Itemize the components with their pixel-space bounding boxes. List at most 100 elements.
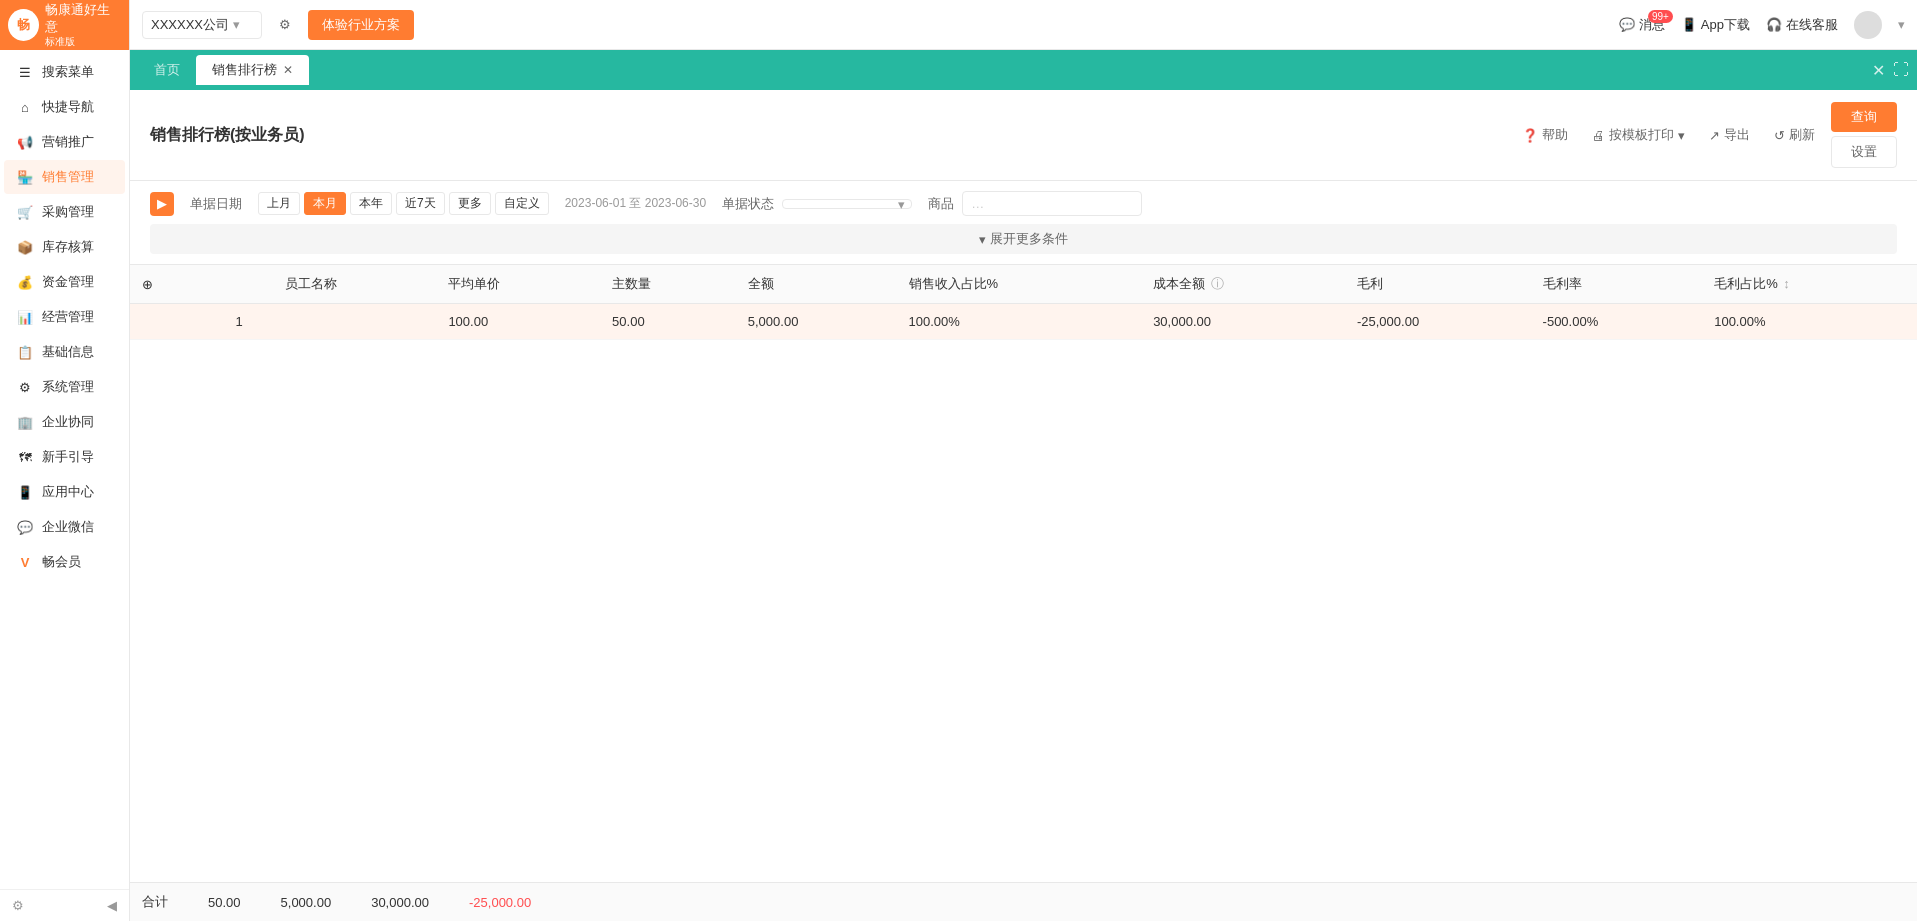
sidebar-item-inventory[interactable]: 📦 库存核算 (4, 230, 125, 264)
th-avg-price: 平均单价 (436, 265, 600, 304)
sidebar-item-basic[interactable]: 📋 基础信息 (4, 335, 125, 369)
filter-row-1: ▶ 单据日期 上月 本月 本年 近7天 更多 自定义 2023-06-01 至 … (150, 191, 1897, 216)
table-row: 1 100.00 50.00 5,000.00 100.00% 30,000.0… (130, 304, 1917, 340)
table-area: ⊕ 员工名称 平均单价 主数量 全额 销售收入占比% 成本全额 ⓘ 毛利 毛利率 (130, 265, 1917, 921)
goods-dots: … (971, 196, 984, 211)
row-gross-pct: 100.00% (1702, 304, 1917, 340)
chevron-down-icon: ▾ (233, 17, 240, 32)
content: 销售排行榜(按业务员) ❓ 帮助 🖨 按模板打印 ▾ ↗ 导出 ↺ 刷新 (130, 90, 1917, 921)
sidebar-settings-icon[interactable]: ⚙ (12, 898, 24, 913)
sidebar: 畅 畅康通好生意 标准版 ☰ 搜索菜单 ⌂ 快捷导航 📢 营销推广 🏪 销售管理… (0, 0, 130, 921)
sidebar-item-marketing[interactable]: 📢 营销推广 (4, 125, 125, 159)
settings-button[interactable]: 设置 (1831, 136, 1897, 168)
print-icon: 🖨 (1592, 128, 1605, 143)
date-prev-month-btn[interactable]: 上月 (258, 192, 300, 215)
marketing-icon: 📢 (16, 135, 34, 150)
export-btn[interactable]: ↗ 导出 (1701, 122, 1758, 148)
table-spacer (130, 340, 1917, 882)
window-close-icon[interactable]: ✕ (1872, 61, 1885, 80)
basic-icon: 📋 (16, 345, 34, 360)
row-gross: -25,000.00 (1345, 304, 1531, 340)
quick-nav-icon: ⌂ (16, 100, 34, 115)
template-print-btn[interactable]: 🖨 按模板打印 ▾ (1584, 122, 1693, 148)
sidebar-item-enterprise[interactable]: 🏢 企业协同 (4, 405, 125, 439)
sidebar-logo: 畅 畅康通好生意 标准版 (0, 0, 129, 50)
sidebar-collapse-icon[interactable]: ◀ (107, 898, 117, 913)
topbar: XXXXXX公司 ▾ ⚙ 体验行业方案 💬 消息 99+ 📱 App下载 🎧 在… (130, 0, 1917, 50)
cost-info-icon[interactable]: ⓘ (1211, 276, 1224, 291)
row-qty: 50.00 (600, 304, 736, 340)
window-maximize-icon[interactable]: ⛶ (1893, 61, 1909, 80)
page-title: 销售排行榜(按业务员) (150, 125, 305, 146)
help-btn[interactable]: ❓ 帮助 (1514, 122, 1576, 148)
sidebar-menu: ☰ 搜索菜单 ⌂ 快捷导航 📢 营销推广 🏪 销售管理 🛒 采购管理 📦 库存核… (0, 50, 129, 889)
headset-icon: 🎧 (1766, 17, 1782, 32)
status-filter: 单据状态 ▾ (722, 195, 912, 213)
query-button[interactable]: 查询 (1831, 102, 1897, 132)
footer-cost: 30,000.00 (371, 893, 429, 911)
sidebar-item-sales[interactable]: 🏪 销售管理 (4, 160, 125, 194)
page-actions: ❓ 帮助 🖨 按模板打印 ▾ ↗ 导出 ↺ 刷新 查询 (1514, 102, 1897, 168)
messages-btn[interactable]: 💬 消息 99+ (1619, 16, 1665, 34)
topbar-settings-icon[interactable]: ⚙ (270, 10, 300, 40)
sidebar-item-member[interactable]: V 畅会员 (4, 545, 125, 579)
footer-gross: -25,000.00 (469, 893, 531, 911)
app-download-btn[interactable]: 📱 App下载 (1681, 16, 1750, 34)
sidebar-item-search-order[interactable]: ☰ 搜索菜单 (4, 55, 125, 89)
tab-sales-ranking[interactable]: 销售排行榜 ✕ (196, 55, 309, 85)
wechat-icon: 💬 (16, 520, 34, 535)
row-sales-pct: 100.00% (897, 304, 1142, 340)
row-amount: 5,000.00 (736, 304, 897, 340)
date-this-month-btn[interactable]: 本月 (304, 192, 346, 215)
logo-text: 畅康通好生意 标准版 (45, 2, 121, 49)
purchase-icon: 🛒 (16, 205, 34, 220)
expand-more-btn[interactable]: ▾ 展开更多条件 (150, 224, 1897, 254)
print-dropdown-icon: ▾ (1678, 128, 1685, 143)
date-last7days-btn[interactable]: 近7天 (396, 192, 445, 215)
gross-pct-info-icon[interactable]: ↕ (1783, 276, 1790, 291)
date-filter-buttons: 上月 本月 本年 近7天 更多 自定义 (258, 192, 549, 215)
row-rank: 1 (205, 304, 272, 340)
table-footer: 合计 50.00 5,000.00 30,000.00 -25,000.00 (130, 882, 1917, 921)
member-icon: V (16, 555, 34, 570)
expand-more-icon: ▾ (979, 232, 986, 247)
th-gross: 毛利 (1345, 265, 1531, 304)
row-name (273, 304, 437, 340)
trial-btn[interactable]: 体验行业方案 (308, 10, 414, 40)
user-avatar[interactable] (1854, 11, 1882, 39)
date-this-year-btn[interactable]: 本年 (350, 192, 392, 215)
sidebar-item-appstore[interactable]: 📱 应用中心 (4, 475, 125, 509)
filter-area: ▶ 单据日期 上月 本月 本年 近7天 更多 自定义 2023-06-01 至 … (130, 181, 1917, 265)
export-icon: ↗ (1709, 128, 1720, 143)
footer-amount: 5,000.00 (281, 893, 332, 911)
online-service-btn[interactable]: 🎧 在线客服 (1766, 16, 1838, 34)
logo-icon: 畅 (8, 9, 39, 41)
sidebar-item-quick-nav[interactable]: ⌂ 快捷导航 (4, 90, 125, 124)
footer-label: 合计 (142, 893, 168, 911)
date-custom-btn[interactable]: 自定义 (495, 192, 549, 215)
sidebar-item-system[interactable]: ⚙ 系统管理 (4, 370, 125, 404)
sidebar-item-guide[interactable]: 🗺 新手引导 (4, 440, 125, 474)
filter-expand-arrow[interactable]: ▶ (150, 192, 174, 216)
system-icon: ⚙ (16, 380, 34, 395)
sidebar-item-finance[interactable]: 💰 资金管理 (4, 265, 125, 299)
sidebar-item-wechat[interactable]: 💬 企业微信 (4, 510, 125, 544)
goods-input[interactable]: … (962, 191, 1142, 216)
th-icon: ⊕ (130, 265, 205, 304)
tabbar: 首页 销售排行榜 ✕ ✕ ⛶ (130, 50, 1917, 90)
refresh-btn[interactable]: ↺ 刷新 (1766, 122, 1823, 148)
sidebar-item-operation[interactable]: 📊 经营管理 (4, 300, 125, 334)
footer-qty: 50.00 (208, 893, 241, 911)
th-name: 员工名称 (273, 265, 437, 304)
row-avg-price: 100.00 (436, 304, 600, 340)
company-selector[interactable]: XXXXXX公司 ▾ (142, 11, 262, 39)
goods-filter: 商品 … (928, 191, 1142, 216)
date-filter-label: 单据日期 (190, 195, 242, 213)
message-icon: 💬 (1619, 17, 1635, 32)
tab-home[interactable]: 首页 (138, 55, 196, 85)
tab-close-icon[interactable]: ✕ (283, 63, 293, 77)
status-select[interactable]: ▾ (782, 199, 912, 209)
topbar-right: 💬 消息 99+ 📱 App下载 🎧 在线客服 ▾ (1619, 11, 1905, 39)
date-more-btn[interactable]: 更多 (449, 192, 491, 215)
sidebar-item-purchase[interactable]: 🛒 采购管理 (4, 195, 125, 229)
